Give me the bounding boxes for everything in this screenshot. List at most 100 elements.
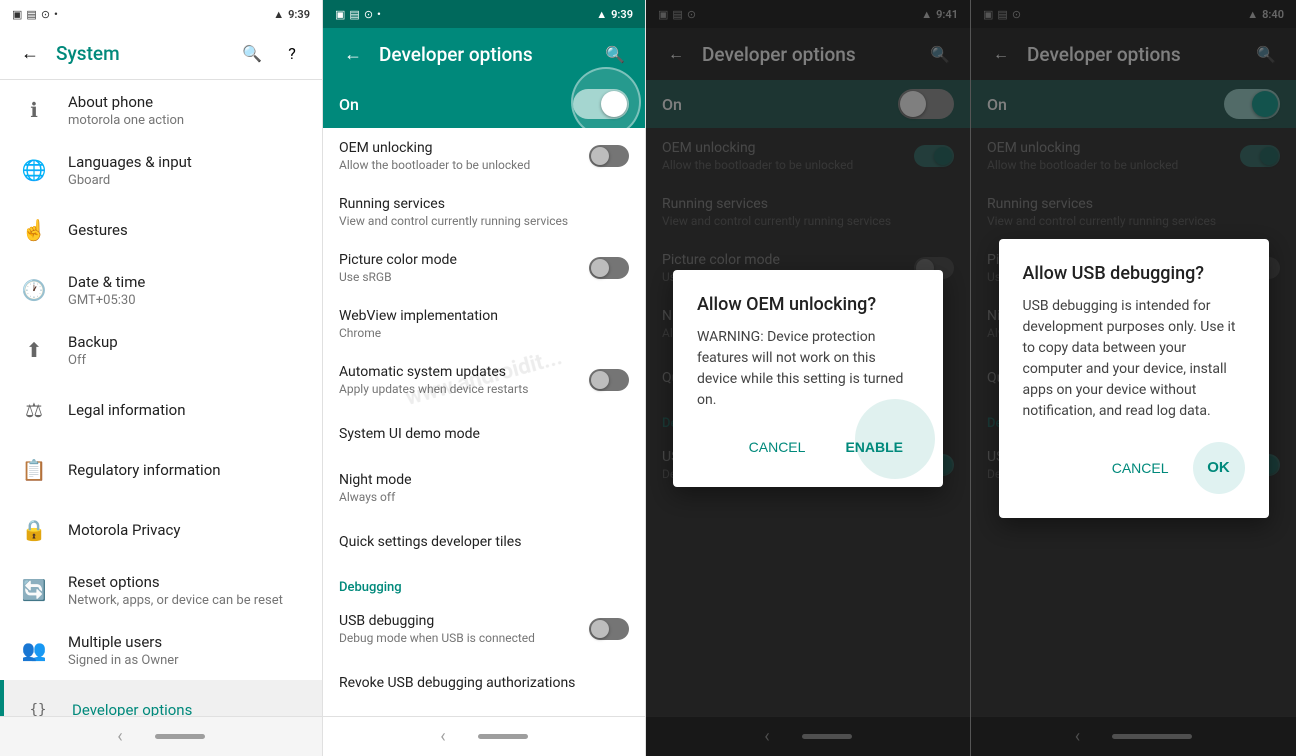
dev-item-demo[interactable]: System UI demo mode [323, 408, 645, 460]
nav-back-m[interactable]: ‹ [440, 726, 445, 747]
main-toggle-middle[interactable] [573, 89, 629, 119]
autoupdate-toggle-thumb-m [591, 371, 609, 389]
legal-title: Legal information [68, 401, 306, 419]
dev-item-revoke[interactable]: Revoke USB debugging authorizations [323, 657, 645, 709]
notif-icons-middle: ▣ ▤ ⊙ • [335, 8, 381, 21]
datetime-title: Date & time [68, 273, 306, 291]
language-title: Languages & input [68, 153, 306, 171]
back-button-middle[interactable]: ← [339, 40, 367, 68]
backup-text: Backup Off [68, 333, 306, 368]
settings-item-about[interactable]: ℹ About phone motorola one action [0, 80, 322, 140]
settings-item-users[interactable]: 👥 Multiple users Signed in as Owner [0, 620, 322, 680]
color-toggle-m[interactable] [589, 257, 629, 279]
dev-item-autoupdate[interactable]: Automatic system updates Apply updates w… [323, 352, 645, 408]
webview-sub-m: Chrome [339, 326, 629, 340]
about-title: About phone [68, 93, 306, 111]
qs-text-m: Quick settings developer tiles [339, 534, 629, 550]
language-icon: 🌐 [16, 152, 52, 188]
oem-dialog-body: WARNING: Device protection features will… [697, 327, 919, 411]
settings-item-language[interactable]: 🌐 Languages & input Gboard [0, 140, 322, 200]
night-sub-m: Always off [339, 490, 629, 504]
oem-cancel-button[interactable]: Cancel [733, 431, 822, 463]
dev-item-webview[interactable]: WebView implementation Chrome [323, 296, 645, 352]
nav-back-left[interactable]: ‹ [117, 726, 122, 747]
nav-home-left[interactable] [155, 734, 205, 739]
night-title-m: Night mode [339, 472, 629, 488]
sys-icons-middle: ▲ 9:39 [596, 8, 633, 21]
dot-icon-m: • [377, 8, 381, 21]
color-title-m: Picture color mode [339, 252, 589, 268]
back-icon-middle: ← [344, 44, 362, 65]
sd-icon: ▤ [26, 8, 36, 21]
dot-icon: • [54, 8, 58, 21]
regulatory-text: Regulatory information [68, 461, 306, 479]
debug-section-label-m: Debugging [323, 568, 645, 601]
settings-item-datetime[interactable]: 🕐 Date & time GMT+05:30 [0, 260, 322, 320]
usb-sub-m: Debug mode when USB is connected [339, 631, 589, 645]
legal-icon: ⚖ [16, 392, 52, 428]
system-settings-list: ℹ About phone motorola one action 🌐 Lang… [0, 80, 322, 716]
search-button-middle[interactable]: 🔍 [601, 40, 629, 68]
oem-dialog: Allow OEM unlocking? WARNING: Device pro… [673, 270, 943, 487]
search-button-left[interactable]: 🔍 [238, 40, 266, 68]
dev-item-color[interactable]: Picture color mode Use sRGB [323, 240, 645, 296]
wifi-icon-m: ▲ [596, 8, 607, 21]
on-row-middle[interactable]: On [323, 80, 645, 128]
nav-bar-middle: ‹ [323, 716, 645, 756]
settings-item-developer[interactable]: {} Developer options [0, 680, 322, 716]
color-sub-m: Use sRGB [339, 270, 589, 284]
oem-toggle-thumb-m [591, 147, 609, 165]
reset-subtitle: Network, apps, or device can be reset [68, 593, 306, 608]
about-text: About phone motorola one action [68, 93, 306, 128]
autoupdate-toggle-m[interactable] [589, 369, 629, 391]
system-app-bar: ← System 🔍 ? [0, 28, 322, 80]
wifi-icon: ▲ [273, 8, 284, 21]
dev-title-middle: Developer options [379, 43, 589, 66]
dev-item-night[interactable]: Night mode Always off [323, 460, 645, 516]
oem-text-m: OEM unlocking Allow the bootloader to be… [339, 140, 589, 172]
dev-app-bar-middle: ← Developer options 🔍 [323, 28, 645, 80]
dev-item-qs-tiles[interactable]: Quick settings developer tiles [323, 516, 645, 568]
settings-item-gestures[interactable]: ☝ Gestures [0, 200, 322, 260]
nav-home-m[interactable] [478, 734, 528, 739]
settings-item-privacy[interactable]: 🔒 Motorola Privacy [0, 500, 322, 560]
on-label-middle: On [339, 95, 359, 114]
usb-toggle-thumb-m [591, 620, 609, 638]
revoke-title-m: Revoke USB debugging authorizations [339, 675, 629, 691]
notification-icons: ▣ ▤ ⊙ • [12, 8, 58, 21]
language-text: Languages & input Gboard [68, 153, 306, 188]
usb-ok-button[interactable]: OK [1193, 442, 1245, 494]
status-bar-left: ▣ ▤ ⊙ • ▲ 9:39 [0, 0, 322, 28]
back-button-left[interactable]: ← [16, 40, 44, 68]
help-button-left[interactable]: ? [278, 40, 306, 68]
oem-enable-button[interactable]: Enable [829, 431, 919, 463]
usb-toggle-m[interactable] [589, 618, 629, 640]
oem-toggle-m[interactable] [589, 145, 629, 167]
usb-cancel-button[interactable]: Cancel [1096, 442, 1185, 494]
system-title: System [56, 42, 226, 65]
datetime-subtitle: GMT+05:30 [68, 293, 306, 308]
running-text-m: Running services View and control curren… [339, 196, 629, 228]
dev-item-running[interactable]: Running services View and control curren… [323, 184, 645, 240]
dev-item-usb-debug[interactable]: USB debugging Debug mode when USB is con… [323, 601, 645, 657]
dev-item-bug[interactable]: Bug report shortcut [323, 709, 645, 716]
settings-item-regulatory[interactable]: 📋 Regulatory information [0, 440, 322, 500]
settings-item-backup[interactable]: ⬆ Backup Off [0, 320, 322, 380]
oem-title-m: OEM unlocking [339, 140, 589, 156]
color-toggle-thumb-m [591, 259, 609, 277]
autoupdate-title-m: Automatic system updates [339, 364, 589, 380]
running-title-m: Running services [339, 196, 629, 212]
settings-item-reset[interactable]: 🔄 Reset options Network, apps, or device… [0, 560, 322, 620]
usb-title-m: USB debugging [339, 613, 589, 629]
night-text-m: Night mode Always off [339, 472, 629, 504]
dev-item-oem[interactable]: OEM unlocking Allow the bootloader to be… [323, 128, 645, 184]
back-icon-left: ← [21, 43, 39, 64]
autoupdate-sub-m: Apply updates when device restarts [339, 382, 589, 396]
dev-settings-list-middle: OEM unlocking Allow the bootloader to be… [323, 128, 645, 716]
regulatory-title: Regulatory information [68, 461, 306, 479]
settings-item-legal[interactable]: ⚖ Legal information [0, 380, 322, 440]
usb-dialog-body: USB debugging is intended for developmen… [1023, 296, 1245, 422]
privacy-icon: 🔒 [16, 512, 52, 548]
usb-dialog-actions: Cancel OK [1023, 442, 1245, 494]
revoke-text-m: Revoke USB debugging authorizations [339, 675, 629, 691]
